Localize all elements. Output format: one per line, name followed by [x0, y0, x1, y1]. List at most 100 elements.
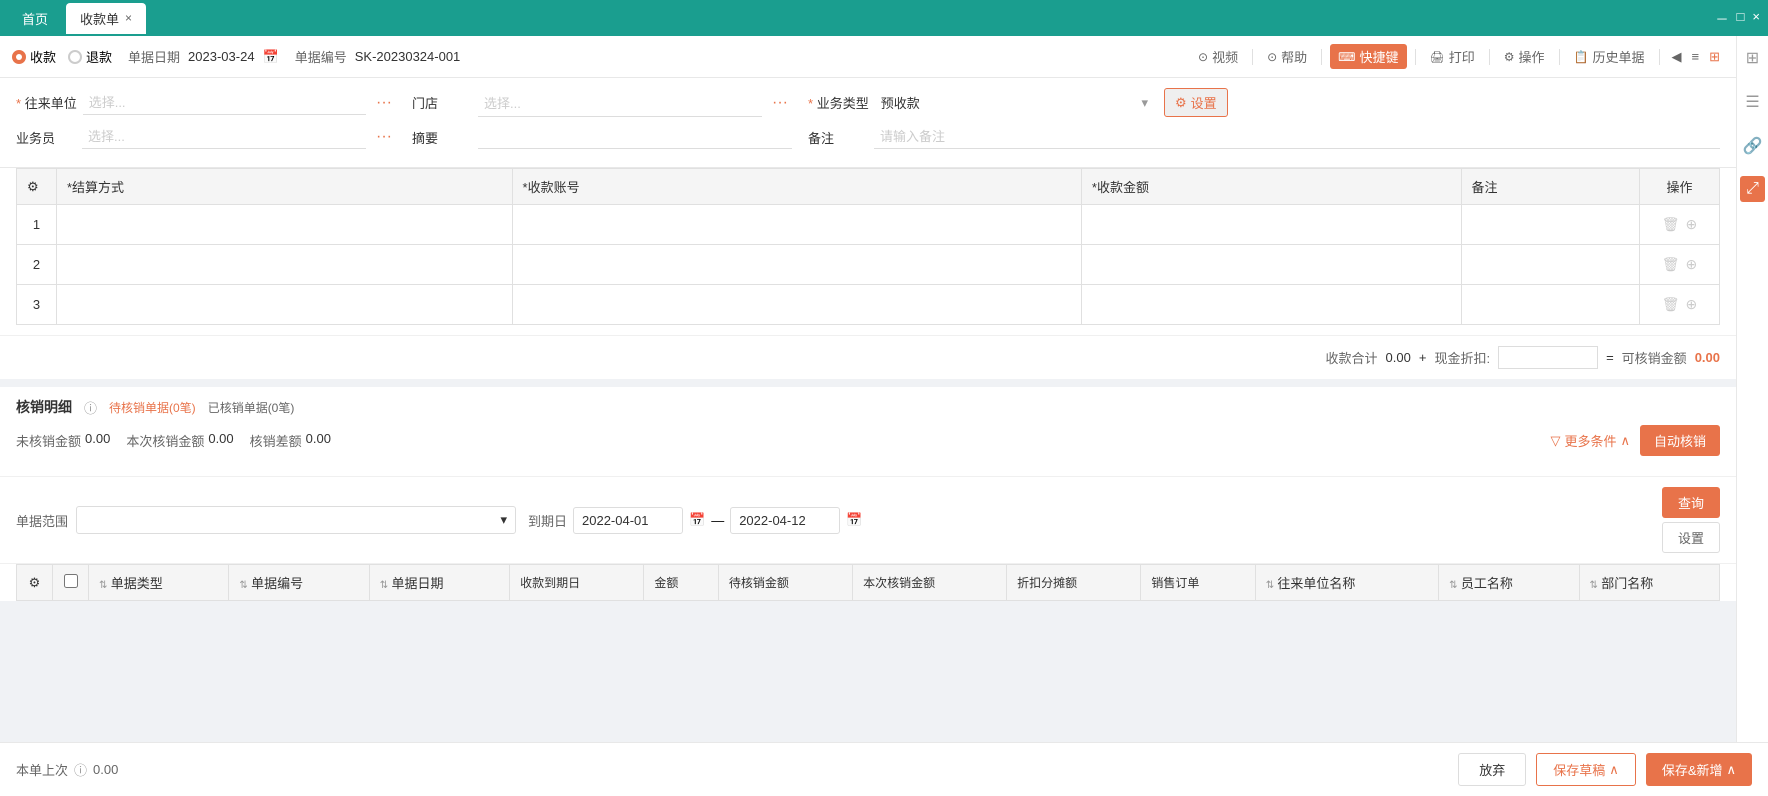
- bottom-settings-icon: ⚙: [29, 575, 41, 590]
- bottom-col-checkbox: [53, 565, 89, 601]
- footer-left: 本单上次 ⓘ 0.00: [16, 760, 118, 779]
- due-date-label: 到期日: [528, 511, 567, 530]
- payment-cell[interactable]: [57, 245, 513, 285]
- bottom-col-amount: 金额: [644, 565, 719, 601]
- done-tab[interactable]: 已核销单据(0笔): [208, 399, 295, 416]
- date-from-input[interactable]: [573, 507, 683, 534]
- bottom-col-partner: ⇅ 往来单位名称: [1255, 565, 1438, 601]
- print-btn[interactable]: 🖨 打印: [1424, 45, 1481, 68]
- business-type-chevron[interactable]: ▾: [1141, 95, 1148, 111]
- auto-verify-btn[interactable]: 自动核销: [1640, 425, 1720, 456]
- bottom-col-current: 本次核销金额: [853, 565, 1007, 601]
- partner-field: * 往来单位 ···: [16, 91, 396, 115]
- query-btn[interactable]: 查询: [1662, 487, 1720, 518]
- store-input[interactable]: 选择...: [478, 89, 762, 117]
- payment-cell[interactable]: [57, 285, 513, 325]
- tab-home[interactable]: 首页: [8, 3, 62, 34]
- bottom-col-pending: 待核销金额: [718, 565, 852, 601]
- list-layout-btn[interactable]: ≡: [1688, 47, 1704, 67]
- tab-close-icon[interactable]: ×: [125, 11, 132, 25]
- remark-cell[interactable]: [1461, 245, 1640, 285]
- info-icon-footer: ⓘ: [74, 760, 87, 779]
- account-cell[interactable]: [512, 245, 1081, 285]
- account-cell[interactable]: [512, 285, 1081, 325]
- staff-dots-btn[interactable]: ···: [372, 128, 396, 146]
- table-col-settings[interactable]: ⚙: [17, 169, 57, 205]
- total-value: 0.00: [1386, 350, 1411, 365]
- partner-required: *: [16, 96, 21, 111]
- help-btn[interactable]: ⊙ 帮助: [1261, 45, 1313, 68]
- maximize-btn[interactable]: □: [1737, 9, 1745, 28]
- pending-tab[interactable]: 待核销单据(0笔): [109, 399, 196, 416]
- filter-icon: ▽: [1550, 433, 1560, 449]
- staff-input[interactable]: [82, 125, 366, 149]
- form-section: * 往来单位 ··· 门店 选择... ··· * 业务类型 预收款 ▾: [0, 78, 1736, 168]
- action-cell: 🗑 ⊕: [1640, 285, 1720, 325]
- history-btn[interactable]: 📋 历史单据: [1568, 45, 1651, 68]
- number-value: SK-20230324-001: [355, 49, 461, 64]
- date-to-input[interactable]: [730, 507, 840, 534]
- amount-cell[interactable]: [1081, 245, 1461, 285]
- radio-group: 收款 退款: [12, 47, 112, 66]
- bottom-col-settings[interactable]: ⚙: [17, 565, 53, 601]
- footer-right: 放弃 保存草稿 ∧ 保存&新增 ∧: [1458, 753, 1752, 786]
- sidebar-link-icon[interactable]: 🔗: [1739, 132, 1767, 160]
- amount-cell[interactable]: [1081, 205, 1461, 245]
- shortcut-btn[interactable]: ⌨ 快捷键: [1330, 44, 1406, 69]
- copy-icon[interactable]: ⊕: [1686, 216, 1698, 233]
- radio-receipt[interactable]: 收款: [12, 47, 56, 66]
- more-conditions-btn[interactable]: ▽ 更多条件 ∧: [1550, 431, 1630, 450]
- settings-btn[interactable]: ⚙ 设置: [1164, 88, 1228, 117]
- store-dots-btn[interactable]: ···: [768, 94, 792, 112]
- filter-settings-btn[interactable]: 设置: [1662, 522, 1720, 553]
- remark-cell[interactable]: [1461, 205, 1640, 245]
- verif-title: 核销明细: [16, 397, 72, 417]
- delete-icon[interactable]: 🗑: [1662, 256, 1680, 273]
- action-cell: 🗑 ⊕: [1640, 205, 1720, 245]
- partner-input[interactable]: [83, 91, 366, 115]
- partner-label: * 往来单位: [16, 93, 77, 112]
- sidebar-table-icon[interactable]: ⊞: [1742, 44, 1763, 72]
- video-btn[interactable]: ⊙ 视频: [1192, 45, 1244, 68]
- account-cell[interactable]: [512, 205, 1081, 245]
- remark-cell[interactable]: [1461, 285, 1640, 325]
- remark-input[interactable]: [874, 125, 1720, 149]
- calendar-to-icon[interactable]: 📅: [846, 512, 862, 528]
- partner-dots-btn[interactable]: ···: [372, 94, 396, 112]
- tab-bar-left: 首页 收款单 ×: [8, 3, 146, 34]
- range-label: 单据范围: [16, 511, 68, 530]
- copy-icon[interactable]: ⊕: [1686, 296, 1698, 313]
- copy-icon[interactable]: ⊕: [1686, 256, 1698, 273]
- bottom-col-due-date: 收款到期日: [510, 565, 644, 601]
- grid-layout-btn[interactable]: ⊞: [1705, 47, 1724, 67]
- calendar-icon[interactable]: 📅: [263, 49, 279, 65]
- tab-receipt[interactable]: 收款单 ×: [66, 3, 146, 34]
- verif-section: 核销明细 ⓘ 待核销单据(0笔) 已核销单据(0笔) 未核销金额 0.00 本次…: [0, 387, 1736, 476]
- chevron-up-icon: ∧: [1620, 433, 1630, 449]
- close-btn[interactable]: ×: [1752, 9, 1760, 28]
- diff-stat: 核销差额 0.00: [250, 431, 331, 450]
- calendar-from-icon[interactable]: 📅: [689, 512, 705, 528]
- radio-refund[interactable]: 退款: [68, 47, 112, 66]
- save-draft-chevron: ∧: [1609, 762, 1619, 778]
- info-icon[interactable]: ⓘ: [84, 398, 97, 417]
- summary-input[interactable]: [478, 125, 792, 149]
- operation-btn[interactable]: ⚙ 操作: [1498, 45, 1551, 68]
- range-select[interactable]: ▾: [76, 506, 516, 534]
- delete-icon[interactable]: 🗑: [1662, 216, 1680, 233]
- minimize-btn[interactable]: －: [1716, 9, 1729, 28]
- save-new-btn[interactable]: 保存&新增 ∧: [1646, 753, 1752, 786]
- payment-cell[interactable]: [57, 205, 513, 245]
- save-draft-btn[interactable]: 保存草稿 ∧: [1536, 753, 1636, 786]
- prev-layout-btn[interactable]: ◀: [1668, 47, 1686, 67]
- abandon-btn[interactable]: 放弃: [1458, 753, 1526, 786]
- table-col-remark: 备注: [1461, 169, 1640, 205]
- delete-icon[interactable]: 🗑: [1662, 296, 1680, 313]
- row-num: 1: [17, 205, 57, 245]
- select-all-checkbox[interactable]: [64, 574, 78, 588]
- unverified-label: 未核销金额: [16, 431, 81, 450]
- discount-input[interactable]: [1498, 346, 1598, 369]
- amount-cell[interactable]: [1081, 285, 1461, 325]
- sidebar-list-icon[interactable]: ☰: [1741, 88, 1763, 116]
- sidebar-expand-icon[interactable]: ⤢: [1740, 176, 1765, 202]
